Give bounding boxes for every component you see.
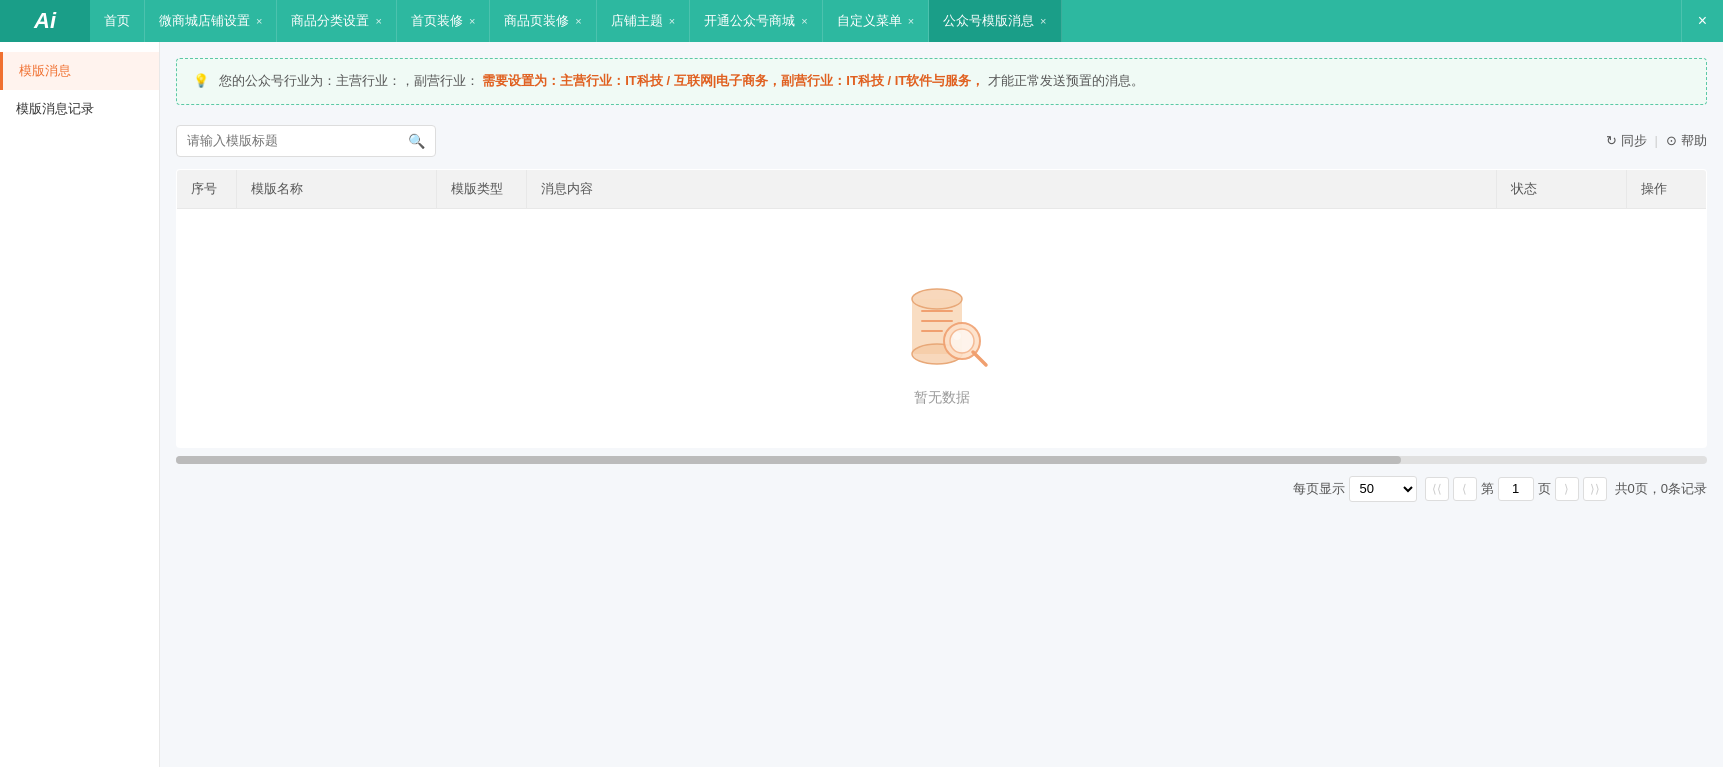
sync-label: 同步 [1621, 132, 1647, 150]
notice-banner: 💡 您的公众号行业为：主营行业：，副营行业： 需要设置为：主营行业：IT科技 /… [176, 58, 1707, 105]
notice-highlight: 需要设置为：主营行业：IT科技 / 互联网|电子商务，副营行业：IT科技 / I… [482, 73, 984, 88]
pagination: 每页显示 10 20 50 100 ⟨⟨ ⟨ 第 页 ⟩ ⟩⟩ 共0页，0条记录 [176, 472, 1707, 506]
nav-tab-5[interactable]: 店铺主题× [597, 0, 690, 42]
data-table: 序号 模版名称 模版类型 消息内容 状态 操作 [176, 169, 1707, 448]
tab-close-btn-7[interactable]: × [908, 15, 914, 27]
help-icon: ⊙ [1666, 133, 1677, 148]
tab-close-btn-1[interactable]: × [256, 15, 262, 27]
svg-line-10 [973, 352, 986, 365]
sync-icon: ↻ [1606, 133, 1617, 148]
search-bar: 🔍 ↻ 同步 | ⊙ 帮助 [176, 125, 1707, 157]
sync-button[interactable]: ↻ 同步 [1606, 132, 1647, 150]
toolbar-right: ↻ 同步 | ⊙ 帮助 [1606, 132, 1707, 150]
col-name: 模版名称 [237, 169, 437, 208]
main-content: 💡 您的公众号行业为：主营行业：，副营行业： 需要设置为：主营行业：IT科技 /… [160, 42, 1723, 767]
nav-tab-1[interactable]: 微商城店铺设置× [145, 0, 277, 42]
tab-close-btn-5[interactable]: × [669, 15, 675, 27]
horizontal-scrollbar[interactable] [176, 456, 1707, 464]
help-button[interactable]: ⊙ 帮助 [1666, 132, 1707, 150]
table-body: 暂无数据 [177, 208, 1707, 447]
app-logo: Ai [0, 0, 90, 42]
next-page-button[interactable]: ⟩ [1555, 477, 1579, 501]
svg-point-11 [953, 332, 961, 340]
empty-text: 暂无数据 [914, 389, 970, 407]
nav-tab-4[interactable]: 商品页装修× [490, 0, 596, 42]
empty-illustration [882, 269, 1002, 389]
tab-close-btn-8[interactable]: × [1040, 15, 1046, 27]
table-header: 序号 模版名称 模版类型 消息内容 状态 操作 [177, 169, 1707, 208]
per-page-select: 每页显示 10 20 50 100 [1293, 476, 1417, 502]
page-number-input[interactable] [1498, 477, 1534, 501]
nav-tab-6[interactable]: 开通公众号商城× [690, 0, 822, 42]
col-action: 操作 [1627, 169, 1707, 208]
total-info: 共0页，0条记录 [1615, 480, 1707, 498]
col-content: 消息内容 [527, 169, 1497, 208]
nav-tab-2[interactable]: 商品分类设置× [277, 0, 396, 42]
search-input-wrapper: 🔍 [176, 125, 436, 157]
search-input[interactable] [187, 133, 408, 148]
col-type: 模版类型 [437, 169, 527, 208]
nav-tabs-container: 首页微商城店铺设置×商品分类设置×首页装修×商品页装修×店铺主题×开通公众号商城… [90, 0, 1681, 42]
sidebar-item-template-message-record[interactable]: 模版消息记录 [0, 90, 159, 128]
col-status: 状态 [1497, 169, 1627, 208]
per-page-label: 每页显示 [1293, 480, 1345, 498]
sidebar: 模版消息 模版消息记录 [0, 42, 160, 767]
close-all-tabs-button[interactable]: × [1681, 0, 1723, 42]
sidebar-item-template-message[interactable]: 模版消息 [0, 52, 159, 90]
col-index: 序号 [177, 169, 237, 208]
tab-close-btn-6[interactable]: × [801, 15, 807, 27]
empty-state: 暂无数据 [177, 209, 1706, 447]
per-page-dropdown[interactable]: 10 20 50 100 [1349, 476, 1417, 502]
first-page-button[interactable]: ⟨⟨ [1425, 477, 1449, 501]
scrollbar-thumb[interactable] [176, 456, 1401, 464]
page-navigation: ⟨⟨ ⟨ 第 页 ⟩ ⟩⟩ [1425, 477, 1607, 501]
page-label: 第 [1481, 480, 1494, 498]
empty-row: 暂无数据 [177, 208, 1707, 447]
notice-icon: 💡 [193, 73, 209, 88]
prev-page-button[interactable]: ⟨ [1453, 477, 1477, 501]
page-suffix: 页 [1538, 480, 1551, 498]
nav-tab-8[interactable]: 公众号模版消息× [929, 0, 1061, 42]
toolbar-divider: | [1655, 133, 1658, 148]
notice-prefix: 您的公众号行业为：主营行业：，副营行业： [219, 73, 479, 88]
last-page-button[interactable]: ⟩⟩ [1583, 477, 1607, 501]
help-label: 帮助 [1681, 132, 1707, 150]
notice-suffix: 才能正常发送预置的消息。 [988, 73, 1144, 88]
svg-point-9 [950, 329, 974, 353]
nav-tab-7[interactable]: 自定义菜单× [823, 0, 929, 42]
tab-close-btn-2[interactable]: × [375, 15, 381, 27]
tab-close-btn-4[interactable]: × [575, 15, 581, 27]
search-icon[interactable]: 🔍 [408, 133, 425, 149]
table-header-row: 序号 模版名称 模版类型 消息内容 状态 操作 [177, 169, 1707, 208]
top-navigation: Ai 首页微商城店铺设置×商品分类设置×首页装修×商品页装修×店铺主题×开通公众… [0, 0, 1723, 42]
tab-close-btn-3[interactable]: × [469, 15, 475, 27]
nav-tab-3[interactable]: 首页装修× [397, 0, 490, 42]
main-layout: 模版消息 模版消息记录 💡 您的公众号行业为：主营行业：，副营行业： 需要设置为… [0, 42, 1723, 767]
nav-tab-0[interactable]: 首页 [90, 0, 145, 42]
